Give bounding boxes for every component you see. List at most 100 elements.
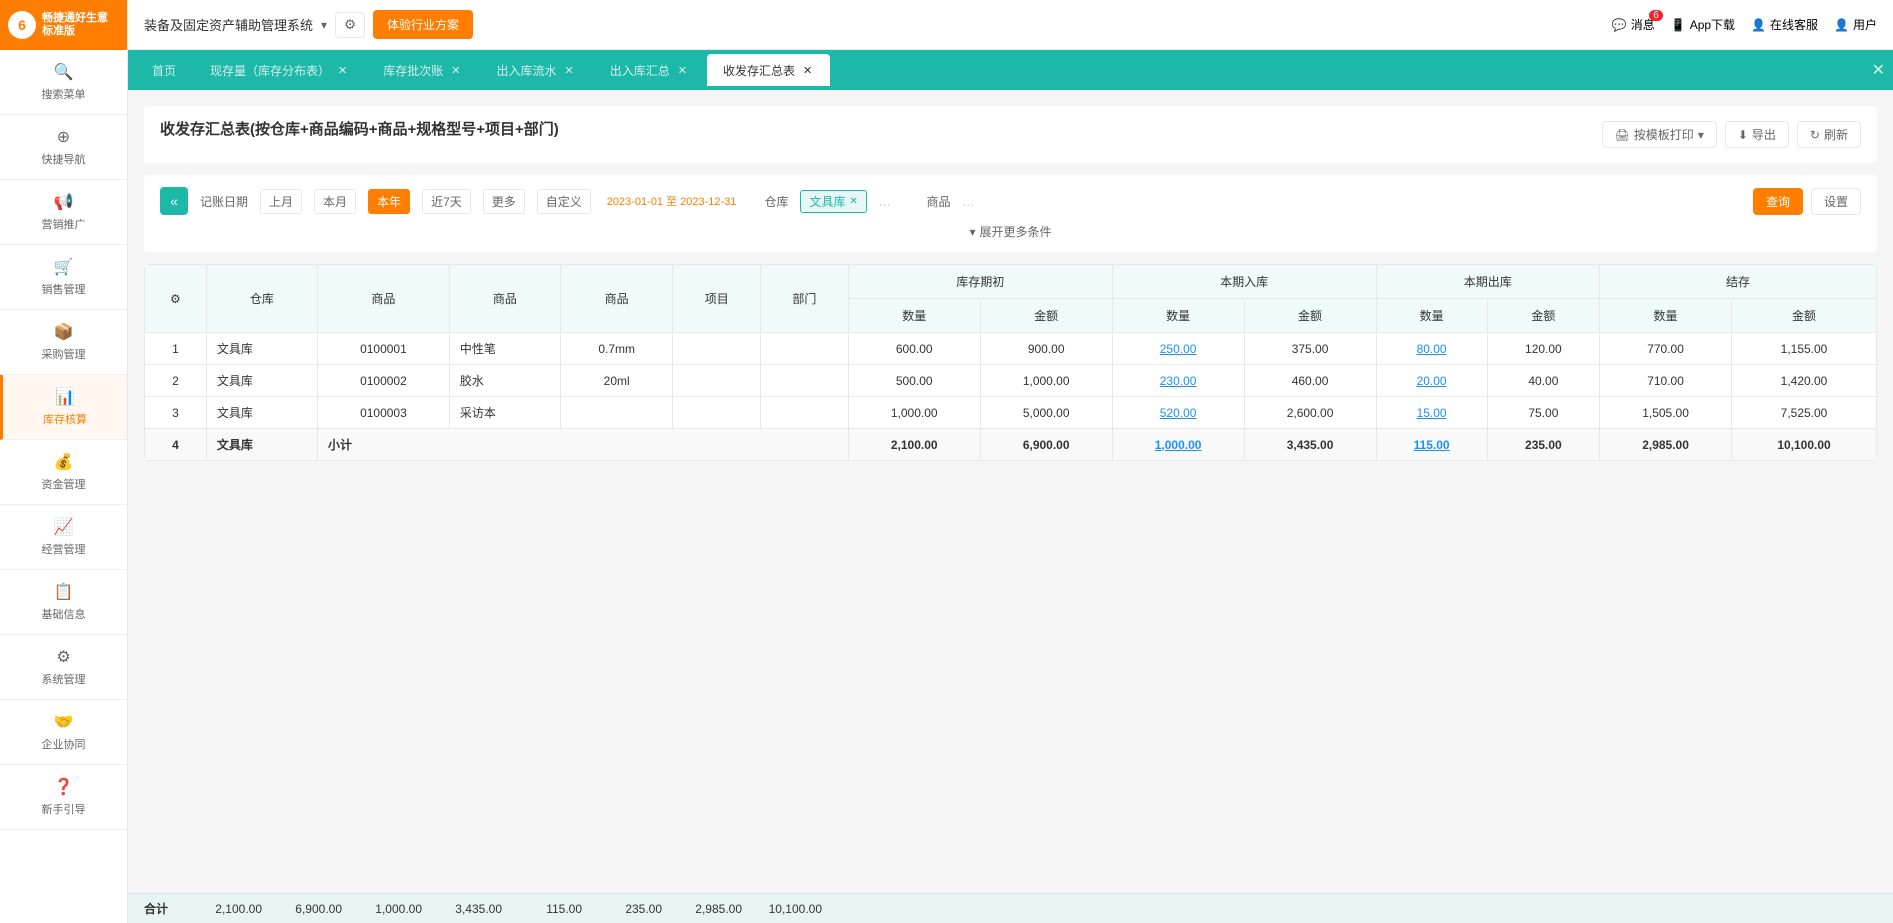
row-in-qty[interactable]: 230.00: [1112, 365, 1244, 397]
out-qty-header: 数量: [1376, 299, 1487, 333]
out-amt-header: 金额: [1487, 299, 1599, 333]
balance-col-header: 结存: [1600, 265, 1877, 299]
tab-close-all[interactable]: ✕: [1872, 60, 1885, 80]
subtotal-out-qty: 115.00: [1376, 429, 1487, 461]
tab-receive-summary-close[interactable]: ✕: [801, 64, 814, 77]
sidebar-search[interactable]: 🔍 搜索菜单: [0, 50, 127, 115]
total-begin-qty: 2,100.00: [192, 902, 272, 916]
tab-receive-summary-label: 收发存汇总表: [723, 62, 795, 79]
tab-inventory-dist[interactable]: 现存量（库存分布表） ✕: [194, 54, 365, 86]
row-code: 0100002: [317, 365, 449, 397]
subtotal-in-qty: 1,000.00: [1112, 429, 1244, 461]
message-button[interactable]: 💬 消息 6: [1612, 16, 1655, 33]
system-title: 装备及固定资产辅助管理系统: [144, 15, 313, 34]
date-label: 记账日期: [200, 193, 248, 210]
date-btn-custom[interactable]: 自定义: [537, 189, 591, 214]
tab-home[interactable]: 首页: [136, 54, 192, 86]
period-begin-col-header: 库存期初: [848, 265, 1112, 299]
row-bal-qty: 770.00: [1600, 333, 1732, 365]
sidebar-item-guide[interactable]: ❓ 新手引导: [0, 765, 127, 830]
message-badge: 6: [1649, 10, 1663, 21]
tab-inventory-dist-close[interactable]: ✕: [336, 64, 349, 77]
logo-icon: 6: [8, 11, 36, 39]
expand-filter-button[interactable]: ▾ 展开更多条件: [160, 223, 1861, 240]
sidebar-item-basic-info[interactable]: 📋 基础信息: [0, 570, 127, 635]
row-code: 0100001: [317, 333, 449, 365]
tab-batch[interactable]: 库存批次账 ✕: [367, 54, 478, 86]
app-download-icon: 📱: [1671, 18, 1686, 32]
total-footer: 合计 2,100.00 6,900.00 1,000.00 3,435.00 1…: [128, 893, 1893, 923]
sidebar-item-label: 资金管理: [42, 476, 86, 492]
operations-icon: 📈: [54, 517, 74, 537]
date-btn-7days[interactable]: 近7天: [422, 189, 471, 214]
sidebar-item-sales[interactable]: 🛒 销售管理: [0, 245, 127, 310]
tab-inout-flow-close[interactable]: ✕: [563, 64, 576, 77]
cooperation-icon: 🤝: [54, 712, 74, 732]
date-btn-more[interactable]: 更多: [483, 189, 525, 214]
settings-filter-button[interactable]: 设置: [1811, 188, 1861, 215]
sidebar-item-purchase[interactable]: 📦 采购管理: [0, 310, 127, 375]
row-out-qty[interactable]: 80.00: [1376, 333, 1487, 365]
row-in-qty[interactable]: 250.00: [1112, 333, 1244, 365]
refresh-button[interactable]: ↻ 刷新: [1797, 121, 1861, 148]
row-bal-qty: 1,505.00: [1600, 397, 1732, 429]
warehouse-tag-close[interactable]: ✕: [849, 196, 857, 207]
spec-col-header: 商品: [560, 265, 672, 333]
app-download-button[interactable]: 📱 App下载: [1671, 16, 1735, 33]
row-in-amt: 460.00: [1244, 365, 1376, 397]
user-button[interactable]: 👤 用户: [1834, 16, 1877, 33]
print-button[interactable]: 🖨 按模板打印 ▾: [1602, 121, 1717, 148]
goods-filter-label: 商品: [927, 193, 951, 210]
export-icon: ⬇: [1738, 128, 1748, 142]
row-in-amt: 375.00: [1244, 333, 1376, 365]
sidebar-item-label: 经营管理: [42, 541, 86, 557]
sidebar-item-system[interactable]: ⚙ 系统管理: [0, 635, 127, 700]
query-button[interactable]: 查询: [1753, 188, 1803, 215]
experience-button[interactable]: 体验行业方案: [373, 10, 473, 39]
sidebar-item-operations[interactable]: 📈 经营管理: [0, 505, 127, 570]
row-begin-qty: 500.00: [848, 365, 980, 397]
subtotal-begin-qty: 2,100.00: [848, 429, 980, 461]
tab-inout-summary-close[interactable]: ✕: [676, 64, 689, 77]
sidebar-logo: 6 畅捷通好生意 标准版: [0, 0, 127, 50]
row-in-qty[interactable]: 520.00: [1112, 397, 1244, 429]
tab-inout-summary-label: 出入库汇总: [610, 62, 670, 79]
settings-col-header[interactable]: ⚙: [145, 265, 207, 333]
sidebar-item-finance[interactable]: 💰 资金管理: [0, 440, 127, 505]
tab-receive-summary[interactable]: 收发存汇总表 ✕: [707, 54, 830, 86]
tab-inout-flow[interactable]: 出入库流水 ✕: [480, 54, 591, 86]
expand-label: 展开更多条件: [980, 223, 1052, 240]
row-out-qty[interactable]: 15.00: [1376, 397, 1487, 429]
sidebar-item-cooperation[interactable]: 🤝 企业协同: [0, 700, 127, 765]
row-bal-amt: 1,420.00: [1732, 365, 1877, 397]
tab-batch-close[interactable]: ✕: [449, 64, 462, 77]
row-project: [673, 365, 761, 397]
tab-inout-summary[interactable]: 出入库汇总 ✕: [594, 54, 705, 86]
total-label: 合计: [144, 900, 168, 917]
settings-button[interactable]: ⚙: [335, 12, 365, 38]
logo-text: 畅捷通好生意 标准版: [42, 12, 108, 38]
system-dropdown-icon[interactable]: ▾: [321, 18, 327, 32]
online-service-button[interactable]: 👤 在线客服: [1751, 16, 1818, 33]
warehouse-col-header: 仓库: [206, 265, 317, 333]
warehouse-more-button[interactable]: ...: [879, 193, 891, 209]
row-out-qty[interactable]: 20.00: [1376, 365, 1487, 397]
row-begin-qty: 600.00: [848, 333, 980, 365]
quick-nav-icon: ⊕: [57, 127, 70, 147]
topbar: 装备及固定资产辅助管理系统 ▾ ⚙ 体验行业方案 💬 消息 6 📱 App下载 …: [128, 0, 1893, 50]
sidebar-item-inventory[interactable]: 📊 库存核算: [0, 375, 127, 440]
date-btn-this-year[interactable]: 本年: [368, 189, 410, 214]
sidebar-item-marketing[interactable]: 📢 营销推广: [0, 180, 127, 245]
sidebar-item-label: 新手引导: [42, 801, 86, 817]
date-btn-last-month[interactable]: 上月: [260, 189, 302, 214]
export-button[interactable]: ⬇ 导出: [1725, 121, 1789, 148]
sidebar: 6 畅捷通好生意 标准版 🔍 搜索菜单 ⊕ 快捷导航 📢 营销推广 🛒 销售管理…: [0, 0, 128, 923]
row-code: 0100003: [317, 397, 449, 429]
row-name: 采访本: [449, 397, 560, 429]
period-in-col-header: 本期入库: [1112, 265, 1376, 299]
filter-toggle-button[interactable]: «: [160, 187, 188, 215]
row-out-amt: 40.00: [1487, 365, 1599, 397]
goods-more-button[interactable]: ...: [963, 193, 975, 209]
sidebar-item-quick-nav[interactable]: ⊕ 快捷导航: [0, 115, 127, 180]
date-btn-this-month[interactable]: 本月: [314, 189, 356, 214]
